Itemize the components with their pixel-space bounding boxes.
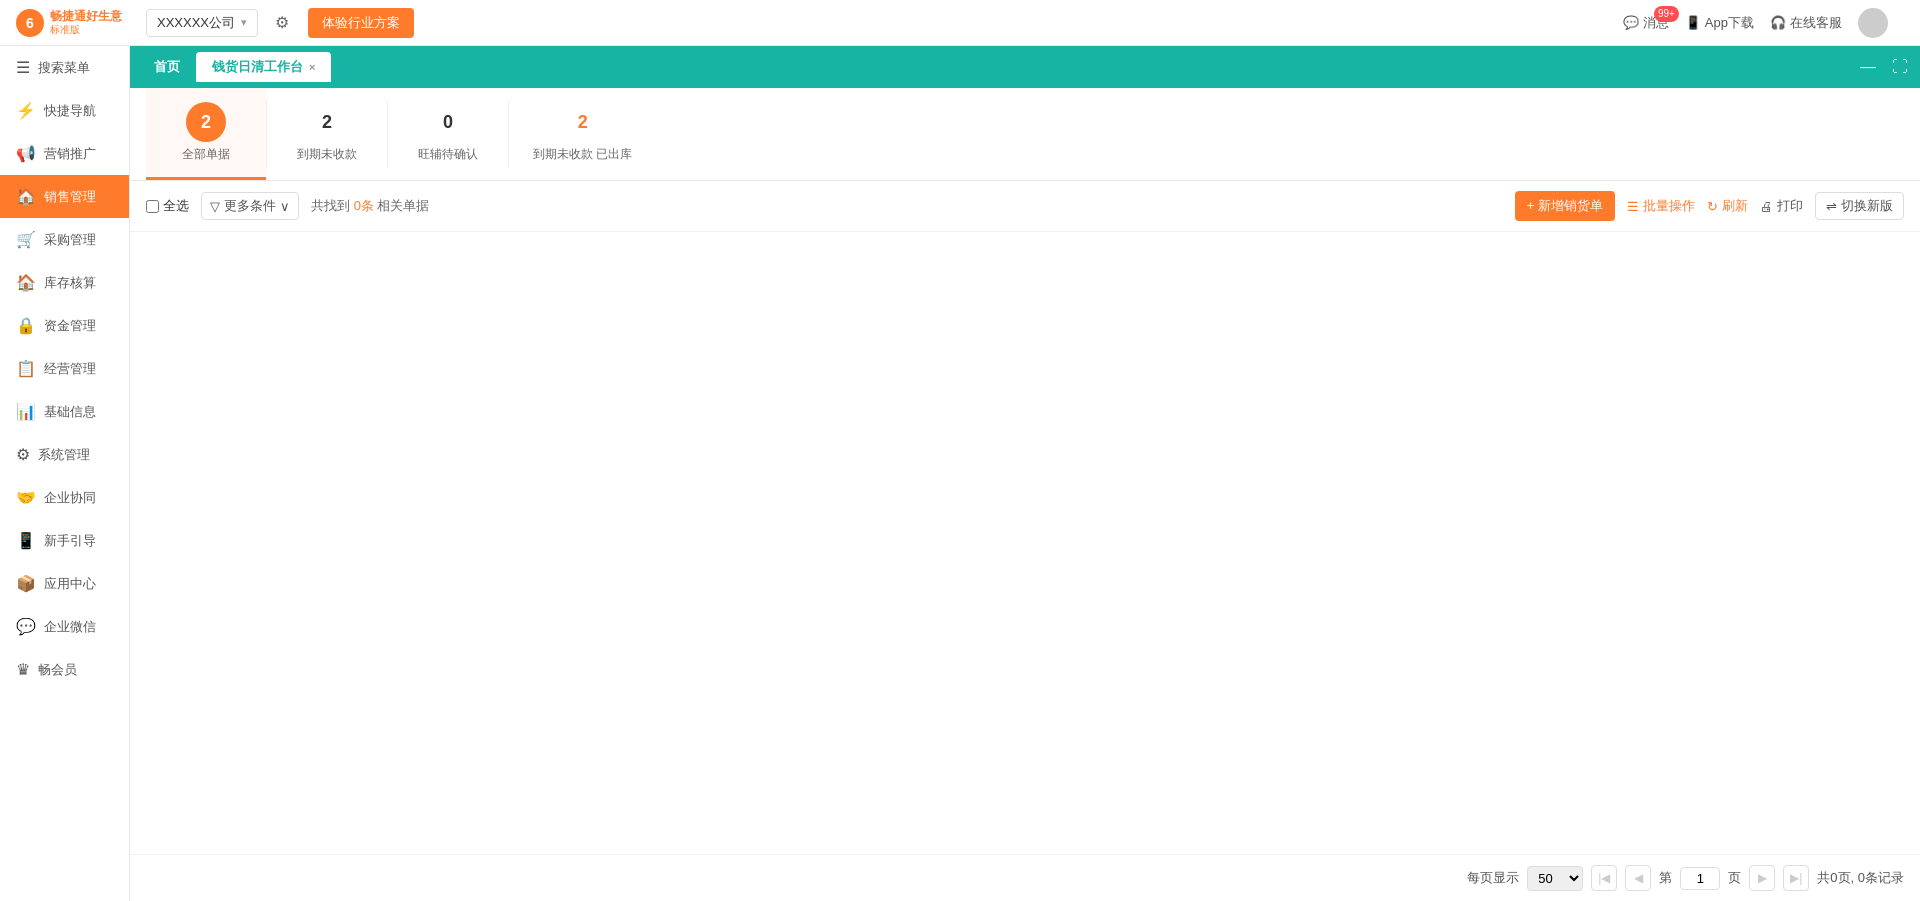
wechat-icon: 💬 bbox=[16, 617, 36, 636]
toolbar-right: + 新增销货单 ☰ 批量操作 ↻ 刷新 🖨 打印 ⇌ 切换新版 bbox=[1515, 191, 1904, 221]
settings-button[interactable]: ⚙ bbox=[266, 7, 298, 39]
box-icon: 📦 bbox=[16, 574, 36, 593]
chevron-down-icon: ▾ bbox=[241, 16, 247, 29]
gear-icon: ⚙ bbox=[275, 13, 289, 32]
sidebar-item-inventory[interactable]: 🏠 库存核算 bbox=[0, 261, 129, 304]
logo-icon: 6 bbox=[16, 9, 44, 37]
guide-icon: 📱 bbox=[16, 531, 36, 550]
page-number-input[interactable] bbox=[1680, 867, 1720, 890]
refresh-icon: ↻ bbox=[1707, 199, 1718, 214]
service-icon: 🎧 bbox=[1770, 15, 1786, 30]
stat-all[interactable]: 2 全部单据 bbox=[146, 88, 266, 180]
toolbar: 全选 ▽ 更多条件 ∨ 共找到 0条 相关单据 + 新增销货单 ☰ 批量操作 ↻… bbox=[130, 181, 1920, 232]
checkbox-input[interactable] bbox=[146, 200, 159, 213]
main-content: 2 全部单据 2 到期未收款 0 旺辅待确认 2 到期未收款 已出库 bbox=[130, 88, 1920, 901]
flash-icon: ⚡ bbox=[16, 101, 36, 120]
message-badge: 99+ bbox=[1654, 6, 1679, 22]
batch-ops-button[interactable]: ☰ 批量操作 bbox=[1627, 197, 1695, 215]
sidebar-item-system[interactable]: ⚙ 系统管理 bbox=[0, 433, 129, 476]
settings-icon: ⚙ bbox=[16, 445, 30, 464]
batch-icon: ☰ bbox=[1627, 199, 1639, 214]
stat-shipped[interactable]: 2 到期未收款 已出库 bbox=[509, 88, 656, 180]
logo-area: 6 畅捷通好生意 标准版 bbox=[16, 9, 146, 37]
page-label: 第 bbox=[1659, 869, 1672, 887]
sidebar-item-search[interactable]: ☰ 搜索菜单 bbox=[0, 46, 129, 89]
total-records: 共0页, 0条记录 bbox=[1817, 869, 1904, 887]
sidebar-item-marketing[interactable]: 📢 营销推广 bbox=[0, 132, 129, 175]
report-icon: 📋 bbox=[16, 359, 36, 378]
top-header: 6 畅捷通好生意 标准版 XXXXXX公司 ▾ ⚙ 体验行业方案 💬 消息 99… bbox=[0, 0, 1920, 46]
print-button[interactable]: 🖨 打印 bbox=[1760, 197, 1803, 215]
app-download-button[interactable]: 📱 App下载 bbox=[1685, 14, 1754, 32]
handshake-icon: 🤝 bbox=[16, 488, 36, 507]
message-icon: 💬 bbox=[1623, 15, 1639, 30]
sidebar-item-purchase[interactable]: 🛒 采购管理 bbox=[0, 218, 129, 261]
first-page-button[interactable]: |◀ bbox=[1591, 865, 1617, 891]
tab-workbench[interactable]: 钱货日清工作台 × bbox=[196, 52, 331, 82]
message-button[interactable]: 💬 消息 99+ bbox=[1623, 14, 1669, 32]
table-area bbox=[130, 232, 1920, 854]
sales-icon: 🏠 bbox=[16, 187, 36, 206]
logo-text: 畅捷通好生意 标准版 bbox=[50, 9, 122, 35]
table-icon: 📊 bbox=[16, 402, 36, 421]
sidebar-item-enterprise[interactable]: 🤝 企业协同 bbox=[0, 476, 129, 519]
select-all-checkbox[interactable]: 全选 bbox=[146, 197, 189, 215]
filter-button[interactable]: ▽ 更多条件 ∨ bbox=[201, 192, 299, 220]
sidebar-item-finance[interactable]: 🔒 资金管理 bbox=[0, 304, 129, 347]
member-icon: ♛ bbox=[16, 660, 30, 679]
last-page-button[interactable]: ▶| bbox=[1783, 865, 1809, 891]
stat-wangwang[interactable]: 0 旺辅待确认 bbox=[388, 88, 508, 180]
stat-overdue[interactable]: 2 到期未收款 bbox=[267, 88, 387, 180]
stats-area: 2 全部单据 2 到期未收款 0 旺辅待确认 2 到期未收款 已出库 bbox=[130, 88, 1920, 181]
stat-all-number-wrapper: 2 bbox=[186, 102, 226, 142]
megaphone-icon: 📢 bbox=[16, 144, 36, 163]
lock-icon: 🔒 bbox=[16, 316, 36, 335]
switch-icon: ⇌ bbox=[1826, 199, 1837, 214]
inventory-icon: 🏠 bbox=[16, 273, 36, 292]
sidebar-item-wechat[interactable]: 💬 企业微信 bbox=[0, 605, 129, 648]
filter-icon: ▽ bbox=[210, 199, 220, 214]
sidebar-item-operations[interactable]: 📋 经营管理 bbox=[0, 347, 129, 390]
sidebar-item-guide[interactable]: 📱 新手引导 bbox=[0, 519, 129, 562]
nav-tab-actions: — ⛶ bbox=[1856, 54, 1912, 80]
header-right: 💬 消息 99+ 📱 App下载 🎧 在线客服 bbox=[1623, 8, 1904, 38]
add-sale-button[interactable]: + 新增销货单 bbox=[1515, 191, 1615, 221]
trial-button[interactable]: 体验行业方案 bbox=[308, 8, 414, 38]
sidebar-item-member[interactable]: ♛ 畅会员 bbox=[0, 648, 129, 691]
sidebar-item-quick-nav[interactable]: ⚡ 快捷导航 bbox=[0, 89, 129, 132]
company-selector[interactable]: XXXXXX公司 ▾ bbox=[146, 9, 258, 37]
prev-page-button[interactable]: ◀ bbox=[1625, 865, 1651, 891]
page-suffix: 页 bbox=[1728, 869, 1741, 887]
per-page-label: 每页显示 bbox=[1467, 869, 1519, 887]
switch-version-button[interactable]: ⇌ 切换新版 bbox=[1815, 192, 1904, 220]
tab-maximize-button[interactable]: ⛶ bbox=[1888, 54, 1912, 80]
tab-minimize-button[interactable]: — bbox=[1856, 54, 1880, 80]
found-count: 0条 bbox=[354, 198, 374, 213]
refresh-button[interactable]: ↻ 刷新 bbox=[1707, 197, 1748, 215]
sidebar-item-sales[interactable]: 🏠 销售管理 bbox=[0, 175, 129, 218]
tab-home[interactable]: 首页 bbox=[138, 52, 196, 82]
next-page-button[interactable]: ▶ bbox=[1749, 865, 1775, 891]
pagination: 每页显示 50 10 20 100 |◀ ◀ 第 页 ▶ ▶| 共0页, 0条记… bbox=[130, 854, 1920, 901]
online-service-button[interactable]: 🎧 在线客服 bbox=[1770, 14, 1842, 32]
print-icon: 🖨 bbox=[1760, 199, 1773, 214]
cart-icon: 🛒 bbox=[16, 230, 36, 249]
sidebar-item-app-center[interactable]: 📦 应用中心 bbox=[0, 562, 129, 605]
sidebar: ☰ 搜索菜单 ⚡ 快捷导航 📢 营销推广 🏠 销售管理 🛒 采购管理 🏠 库存核… bbox=[0, 46, 130, 901]
chevron-down-icon: ∨ bbox=[280, 199, 290, 214]
tab-close-icon[interactable]: × bbox=[309, 61, 315, 73]
found-text: 共找到 0条 相关单据 bbox=[311, 197, 429, 215]
download-icon: 📱 bbox=[1685, 15, 1701, 30]
sidebar-item-basic-info[interactable]: 📊 基础信息 bbox=[0, 390, 129, 433]
search-icon: ☰ bbox=[16, 58, 30, 77]
nav-tabs: 首页 钱货日清工作台 × — ⛶ bbox=[130, 46, 1920, 88]
per-page-select[interactable]: 50 10 20 100 bbox=[1527, 866, 1583, 891]
avatar[interactable] bbox=[1858, 8, 1888, 38]
